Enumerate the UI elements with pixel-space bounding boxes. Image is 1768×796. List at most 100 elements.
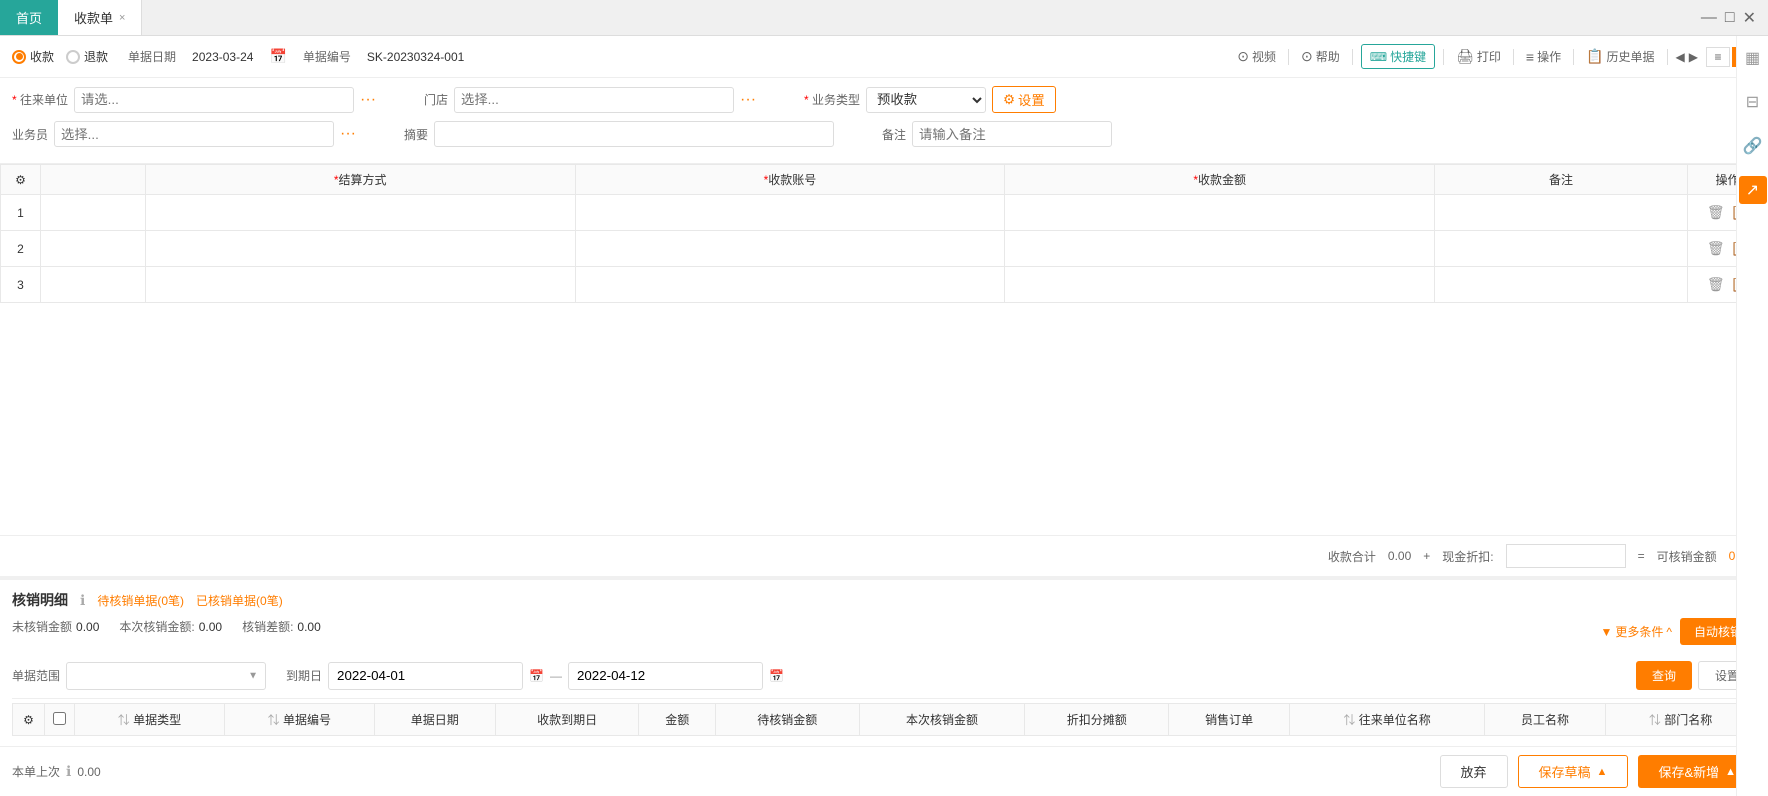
td-amount-2[interactable]: [1005, 231, 1435, 267]
window-controls: — □ ✕: [1701, 8, 1768, 28]
td-account-3[interactable]: [575, 267, 1005, 303]
summary-input[interactable]: [434, 121, 834, 147]
nav-next[interactable]: ▶: [1689, 50, 1698, 64]
doc-date-value: 2023-03-24: [192, 50, 253, 64]
td-amount-1[interactable]: [1005, 195, 1435, 231]
minimize-btn[interactable]: —: [1701, 9, 1717, 27]
discount-input[interactable]: [1506, 544, 1626, 568]
current-writeoff-stat: 本次核销金额: 0.00: [119, 618, 222, 635]
th-remark: 备注: [1435, 165, 1688, 195]
biz-type-select[interactable]: 预收款: [866, 87, 986, 113]
td-payment-2[interactable]: [145, 231, 575, 267]
table-header-row: ⚙ *结算方式 *收款账号 *收款金额 备注: [1, 165, 1768, 195]
staff-more-btn[interactable]: ···: [340, 126, 356, 142]
receipt-type-group: 收款 退款: [12, 48, 108, 65]
th-counterparty: ⇅ 往来单位名称: [1290, 704, 1485, 736]
history-action[interactable]: 📋 历史单据: [1582, 46, 1658, 67]
query-btn[interactable]: 查询: [1636, 661, 1692, 690]
remark-input[interactable]: [912, 121, 1112, 147]
th-pending: 待核销金额: [715, 704, 859, 736]
counterparty-input[interactable]: [74, 87, 354, 113]
date-end-input[interactable]: [568, 662, 763, 690]
help-action[interactable]: ⊙ 帮助: [1297, 46, 1344, 67]
td-payment-3[interactable]: [145, 267, 575, 303]
counterparty-field: * 往来单位 ···: [12, 87, 376, 113]
footer-info-icon[interactable]: ℹ: [66, 763, 71, 780]
th-gear[interactable]: ⚙: [13, 704, 45, 736]
calendar-icon[interactable]: 📅: [269, 48, 286, 65]
biz-type-label: * 业务类型: [804, 91, 860, 108]
due-date-field: 到期日 📅 — 📅: [286, 662, 784, 690]
radio-receipt[interactable]: 收款: [12, 48, 54, 65]
writeoff-info-icon[interactable]: ℹ: [80, 592, 85, 609]
diff-value: 0.00: [297, 620, 320, 634]
view-list-btn[interactable]: ≡: [1706, 47, 1730, 67]
radio-refund[interactable]: 退款: [66, 48, 108, 65]
nav-prev[interactable]: ◀: [1676, 50, 1685, 64]
td-amount-3[interactable]: [1005, 267, 1435, 303]
radio-refund-dot: [66, 50, 80, 64]
maximize-btn[interactable]: □: [1725, 9, 1735, 27]
abandon-btn[interactable]: 放弃: [1440, 755, 1508, 788]
shortcut-btn[interactable]: ⌨ 快捷键: [1361, 44, 1435, 69]
form-area: * 往来单位 ··· 门店 ··· * 业务类型 预收款: [0, 78, 1768, 164]
shop-more-btn[interactable]: ···: [740, 92, 756, 108]
cal-end-icon[interactable]: 📅: [769, 669, 784, 683]
tab-close-btn[interactable]: ×: [119, 12, 125, 24]
doc-range-label: 单据范围: [12, 667, 60, 684]
unwriteoff-label: 未核销金额: [12, 618, 72, 635]
sidebar-link-icon[interactable]: 🔗: [1739, 132, 1767, 160]
td-remark-3[interactable]: [1435, 267, 1688, 303]
bottom-table-header: ⚙ ⇅ 单据类型 ⇅ 单据编号 单据日期: [13, 704, 1756, 736]
sidebar-list-icon[interactable]: ⊟: [1739, 88, 1767, 116]
tab-receipt[interactable]: 收款单 ×: [58, 0, 142, 35]
td-payment-1[interactable]: [145, 195, 575, 231]
current-value: 0.00: [199, 620, 222, 634]
td-remark-2[interactable]: [1435, 231, 1688, 267]
td-no-3: 3: [1, 267, 41, 303]
tab-home[interactable]: 首页: [0, 0, 58, 35]
writeoff-stats: 未核销金额 0.00 本次核销金额: 0.00 核销差额: 0.00: [12, 618, 321, 635]
unwriteoff-value: 0.00: [76, 620, 99, 634]
date-start-input[interactable]: [328, 662, 523, 690]
td-remark-1[interactable]: [1435, 195, 1688, 231]
tab-home-label: 首页: [16, 8, 42, 27]
table-row: 3 🗑 📋: [1, 267, 1768, 303]
counterparty-more-btn[interactable]: ···: [360, 92, 376, 108]
sidebar-expand-icon[interactable]: ↗: [1739, 176, 1767, 204]
bottom-table: ⚙ ⇅ 单据类型 ⇅ 单据编号 单据日期: [12, 703, 1756, 736]
print-label: 打印: [1477, 48, 1501, 65]
setting-button[interactable]: ⚙ 设置: [992, 86, 1056, 113]
remark-field: 备注: [882, 121, 1112, 147]
select-all-checkbox[interactable]: [53, 712, 66, 725]
doc-range-select[interactable]: [66, 662, 266, 690]
th-sales-order: 销售订单: [1169, 704, 1290, 736]
delete-row-2-btn[interactable]: 🗑: [1707, 240, 1725, 257]
main-content: 收款 退款 单据日期 2023-03-24 📅 单据编号 SK-20230324…: [0, 36, 1768, 796]
delete-row-1-btn[interactable]: 🗑: [1707, 204, 1725, 221]
staff-label: 业务员: [12, 126, 48, 143]
th-amount: *收款金额: [1005, 165, 1435, 195]
shop-input[interactable]: [454, 87, 734, 113]
td-account-2[interactable]: [575, 231, 1005, 267]
th-settings[interactable]: ⚙: [1, 165, 41, 195]
chevron-up-icon: ^: [1666, 625, 1672, 639]
save-draft-btn[interactable]: 保存草稿 ▲: [1518, 755, 1629, 788]
radio-receipt-label: 收款: [30, 48, 54, 65]
print-icon: 🖨: [1456, 48, 1474, 65]
more-conditions-btn[interactable]: ▼ 更多条件 ^: [1600, 623, 1672, 640]
cal-start-icon[interactable]: 📅: [529, 669, 544, 683]
video-action[interactable]: ⊙ 视频: [1233, 46, 1280, 67]
running-total-label: 本单上次: [12, 763, 60, 780]
toolbar-actions: ⊙ 视频 ⊙ 帮助 ⌨ 快捷键 🖨 打印 ≡ 操作: [1233, 44, 1756, 69]
required-star: *: [12, 93, 17, 107]
pending-tab[interactable]: 待核销单据(0笔): [97, 592, 184, 609]
delete-row-3-btn[interactable]: 🗑: [1707, 276, 1725, 293]
td-account-1[interactable]: [575, 195, 1005, 231]
staff-input[interactable]: [54, 121, 334, 147]
operation-action[interactable]: ≡ 操作: [1522, 46, 1565, 67]
done-tab[interactable]: 已核销单据(0笔): [196, 592, 283, 609]
sidebar-table-icon[interactable]: ▦: [1739, 44, 1767, 72]
close-btn[interactable]: ✕: [1743, 8, 1756, 28]
print-action[interactable]: 🖨 打印: [1452, 46, 1505, 67]
